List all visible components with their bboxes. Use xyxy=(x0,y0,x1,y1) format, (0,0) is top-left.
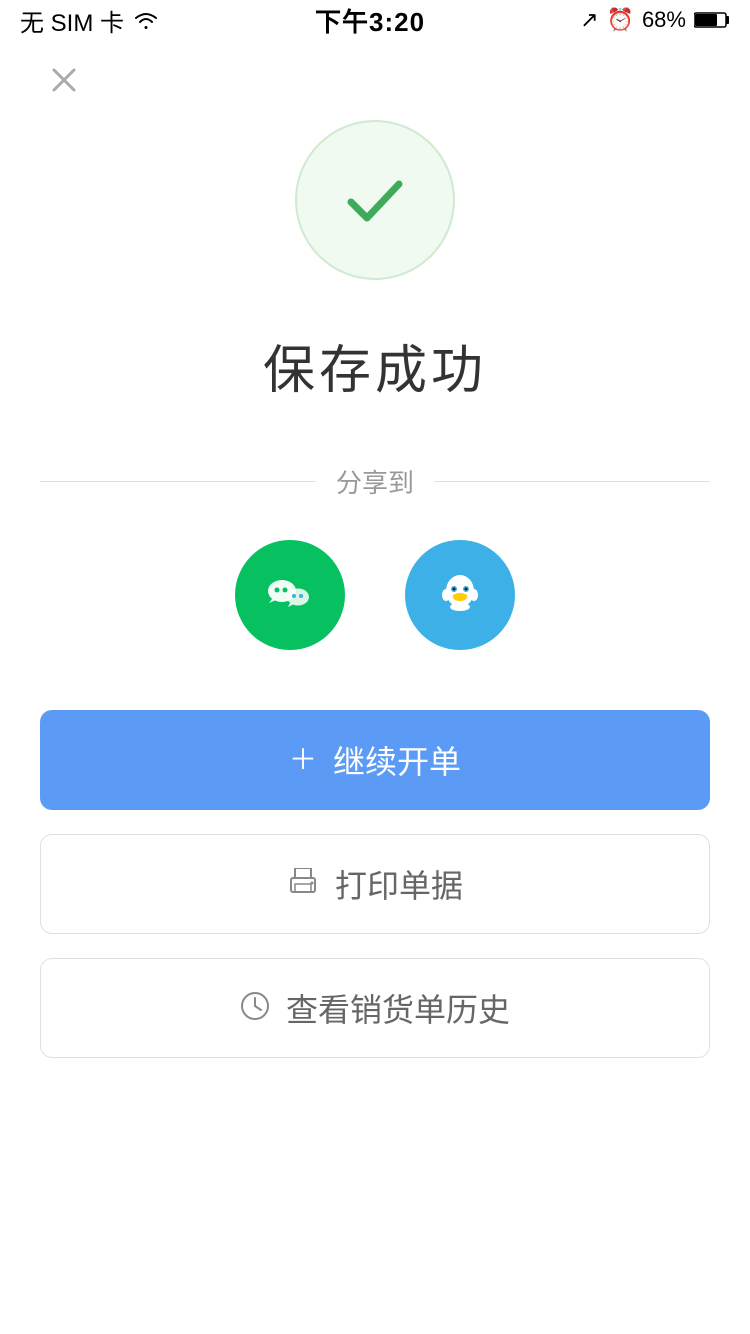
history-label: 查看销货单历史 xyxy=(286,985,510,1031)
clock-icon xyxy=(240,991,270,1026)
continue-label: 继续开单 xyxy=(333,737,461,783)
divider-left xyxy=(40,481,316,482)
share-divider-row: 分享到 xyxy=(0,463,750,500)
battery-icon xyxy=(694,11,730,29)
status-time: 下午3:20 xyxy=(315,2,425,39)
alarm-icon: ⏰ xyxy=(607,7,634,33)
close-button[interactable] xyxy=(40,56,88,104)
share-section: 分享到 xyxy=(0,463,750,650)
qq-icon xyxy=(430,565,490,625)
share-label: 分享到 xyxy=(316,463,434,500)
print-button[interactable]: 打印单据 xyxy=(40,834,710,934)
history-button[interactable]: 查看销货单历史 xyxy=(40,958,710,1058)
status-right: ↗ ⏰ 68% xyxy=(580,7,730,33)
success-circle xyxy=(295,120,455,280)
location-icon: ↗ xyxy=(580,7,598,33)
print-label: 打印单据 xyxy=(335,861,463,907)
action-buttons: ＋ 继续开单 打印单据 xyxy=(0,710,750,1058)
wechat-icon xyxy=(260,565,320,625)
status-bar: 无 SIM 卡 下午3:20 ↗ ⏰ 68% xyxy=(0,0,750,40)
success-title: 保存成功 xyxy=(263,328,487,403)
battery-percent: 68% xyxy=(642,7,686,33)
qq-share-button[interactable] xyxy=(405,540,515,650)
main-content: 保存成功 分享到 xyxy=(0,40,750,1058)
checkmark-icon xyxy=(335,160,415,240)
printer-icon xyxy=(287,868,319,901)
status-carrier: 无 SIM 卡 xyxy=(20,3,160,38)
continue-button[interactable]: ＋ 继续开单 xyxy=(40,710,710,810)
divider-right xyxy=(434,481,710,482)
plus-icon: ＋ xyxy=(289,746,317,774)
wechat-share-button[interactable] xyxy=(235,540,345,650)
share-icons-row xyxy=(235,540,515,650)
